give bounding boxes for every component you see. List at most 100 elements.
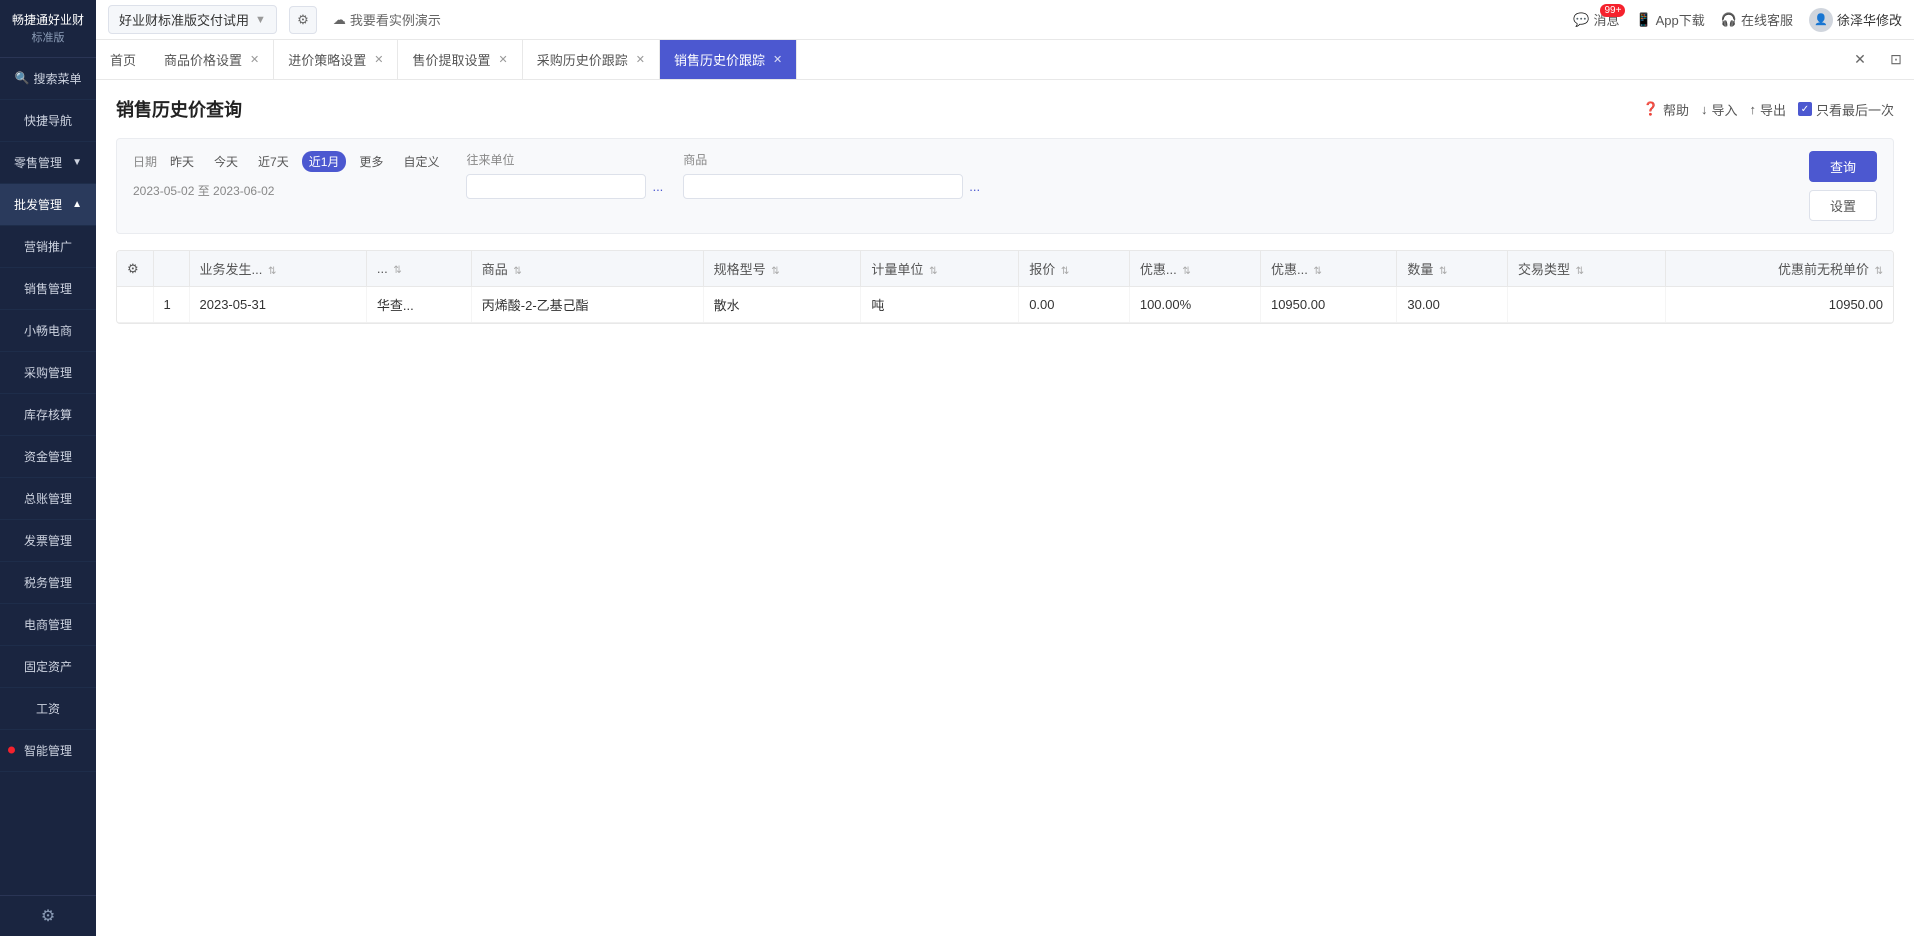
col-qty[interactable]: 数量 ⇅: [1397, 251, 1508, 287]
sidebar-item-ledger[interactable]: 总账管理: [0, 478, 96, 520]
tab-close-price-settings[interactable]: ✕: [250, 53, 259, 66]
tab-purchase-history[interactable]: 采购历史价跟踪 ✕: [523, 40, 660, 79]
sidebar-item-ecommerce[interactable]: 电商管理: [0, 604, 96, 646]
sort-icon-date: ⇅: [268, 266, 276, 277]
col-index: [153, 251, 189, 287]
online-service-btn[interactable]: 🎧 在线客服: [1721, 10, 1793, 29]
sidebar-item-tax[interactable]: 税务管理: [0, 562, 96, 604]
sidebar-item-salary[interactable]: 工资: [0, 688, 96, 730]
sidebar-item-search[interactable]: 🔍 搜索菜单: [0, 58, 96, 100]
customer-input-row: ...: [466, 174, 663, 199]
product-more-btn[interactable]: ...: [969, 179, 980, 194]
mobile-icon: 📱: [1635, 12, 1651, 28]
sidebar-item-purchase[interactable]: 采购管理: [0, 352, 96, 394]
date-btn-yesterday[interactable]: 昨天: [163, 151, 201, 172]
col-discount2[interactable]: 优惠... ⇅: [1260, 251, 1396, 287]
col-product[interactable]: 商品 ⇅: [471, 251, 703, 287]
col-notax-price[interactable]: 优惠前无税单价 ⇅: [1665, 251, 1893, 287]
help-link[interactable]: ❓ 帮助: [1643, 100, 1689, 119]
arrow-up-icon: ▲: [72, 199, 82, 210]
tab-close-price-extract[interactable]: ✕: [499, 53, 508, 66]
date-range-display: 2023-05-02 至 2023-06-02: [133, 182, 446, 199]
customer-filter-group: 往来单位 ...: [466, 151, 663, 199]
maximize-window-btn[interactable]: ⊡: [1878, 42, 1914, 78]
query-btn[interactable]: 查询: [1809, 151, 1877, 182]
sidebar-settings-btn[interactable]: ⚙: [0, 895, 96, 936]
tab-close-pricing-strategy[interactable]: ✕: [374, 53, 383, 66]
customer-input[interactable]: [466, 174, 646, 199]
sidebar-item-assets[interactable]: 固定资产: [0, 646, 96, 688]
export-icon: ↑: [1749, 102, 1756, 117]
sidebar: 畅捷通好业财 标准版 🔍 搜索菜单 快捷导航 零售管理 ▼ 批发管理 ▲ 营销推…: [0, 0, 96, 936]
product-input-row: ...: [683, 174, 980, 199]
tab-sales-history[interactable]: 销售历史价跟踪 ✕: [660, 40, 797, 79]
col-extra[interactable]: ... ⇅: [366, 251, 471, 287]
sidebar-item-retail[interactable]: 零售管理 ▼: [0, 142, 96, 184]
export-link[interactable]: ↑ 导出: [1749, 100, 1786, 119]
sidebar-item-inventory[interactable]: 库存核算: [0, 394, 96, 436]
tab-home[interactable]: 首页: [96, 40, 150, 79]
table-header-row: ⚙ 业务发生... ⇅ ... ⇅ 商品 ⇅: [117, 251, 1893, 287]
sort-icon-extra: ⇅: [393, 265, 401, 276]
settings-btn[interactable]: 设置: [1809, 190, 1877, 221]
headset-icon: 🎧: [1721, 12, 1737, 28]
row-notax-price: 10950.00: [1665, 287, 1893, 323]
demo-link[interactable]: ☁ 我要看实例演示: [333, 10, 441, 29]
col-price[interactable]: 报价 ⇅: [1019, 251, 1130, 287]
main-area: 好业财标准版交付试用 ▼ ⚙ ☁ 我要看实例演示 💬 消息 99+ 📱 App下…: [96, 0, 1914, 936]
window-controls: ✕ ⊡: [1842, 42, 1914, 78]
sidebar-item-ai[interactable]: 智能管理: [0, 730, 96, 772]
settings-bottom-icon: ⚙: [41, 908, 55, 925]
app-download-btn[interactable]: 📱 App下载: [1635, 10, 1704, 29]
sidebar-item-ecommerce-small[interactable]: 小畅电商: [0, 310, 96, 352]
ai-indicator-dot: [8, 747, 15, 754]
quicknav-label: 快捷导航: [24, 112, 72, 129]
row-gear: [117, 287, 153, 323]
product-selector[interactable]: 好业财标准版交付试用 ▼: [108, 5, 277, 34]
col-type[interactable]: 交易类型 ⇅: [1508, 251, 1666, 287]
sidebar-item-marketing[interactable]: 营销推广: [0, 226, 96, 268]
product-input[interactable]: [683, 174, 963, 199]
sort-icon-discount1: ⇅: [1182, 266, 1190, 277]
tab-price-extract[interactable]: 售价提取设置 ✕: [398, 40, 522, 79]
col-discount1[interactable]: 优惠... ⇅: [1129, 251, 1260, 287]
row-qty: 30.00: [1397, 287, 1508, 323]
last-only-checkbox[interactable]: ✓ 只看最后一次: [1798, 100, 1894, 119]
product-settings-btn[interactable]: ⚙: [289, 6, 317, 34]
product-filter-label: 商品: [683, 151, 707, 168]
sort-icon-spec: ⇅: [771, 266, 779, 277]
sort-icon-notax-price: ⇅: [1875, 266, 1883, 277]
row-product: 丙烯酸-2-乙基己酯: [471, 287, 703, 323]
sort-icon-discount2: ⇅: [1313, 266, 1321, 277]
table-container: ⚙ 业务发生... ⇅ ... ⇅ 商品 ⇅: [116, 250, 1894, 324]
data-table: ⚙ 业务发生... ⇅ ... ⇅ 商品 ⇅: [117, 251, 1893, 323]
sidebar-item-wholesale[interactable]: 批发管理 ▲: [0, 184, 96, 226]
col-gear[interactable]: ⚙: [117, 251, 153, 287]
sort-icon-qty: ⇅: [1439, 266, 1447, 277]
tab-close-sales-history[interactable]: ✕: [773, 53, 782, 66]
tab-close-purchase-history[interactable]: ✕: [636, 53, 645, 66]
date-btn-last7[interactable]: 近7天: [251, 151, 296, 172]
user-info[interactable]: 👤 徐泽华修改: [1809, 8, 1902, 32]
date-btn-today[interactable]: 今天: [207, 151, 245, 172]
col-date[interactable]: 业务发生... ⇅: [189, 251, 366, 287]
date-btn-custom[interactable]: 自定义: [396, 151, 446, 172]
message-btn[interactable]: 💬 消息 99+: [1573, 10, 1619, 29]
close-window-btn[interactable]: ✕: [1842, 42, 1878, 78]
date-btn-more[interactable]: 更多: [352, 151, 390, 172]
import-link[interactable]: ↓ 导入: [1701, 100, 1738, 119]
customer-more-btn[interactable]: ...: [652, 179, 663, 194]
col-spec[interactable]: 规格型号 ⇅: [703, 251, 861, 287]
tab-price-settings[interactable]: 商品价格设置 ✕: [150, 40, 274, 79]
tab-pricing-strategy[interactable]: 进价策略设置 ✕: [274, 40, 398, 79]
sidebar-item-quicknav[interactable]: 快捷导航: [0, 100, 96, 142]
page-title-bar: 销售历史价查询 ❓ 帮助 ↓ 导入 ↑ 导出 ✓ 只看最后一次: [116, 96, 1894, 122]
sidebar-item-sales[interactable]: 销售管理: [0, 268, 96, 310]
date-btn-last1month[interactable]: 近1月: [302, 151, 347, 172]
app-name: 畅捷通好业财: [8, 12, 88, 29]
sidebar-item-invoice[interactable]: 发票管理: [0, 520, 96, 562]
sidebar-item-finance[interactable]: 资金管理: [0, 436, 96, 478]
row-unit: 吨: [861, 287, 1019, 323]
col-unit[interactable]: 计量单位 ⇅: [861, 251, 1019, 287]
filter-actions: 查询 设置: [1809, 151, 1877, 221]
